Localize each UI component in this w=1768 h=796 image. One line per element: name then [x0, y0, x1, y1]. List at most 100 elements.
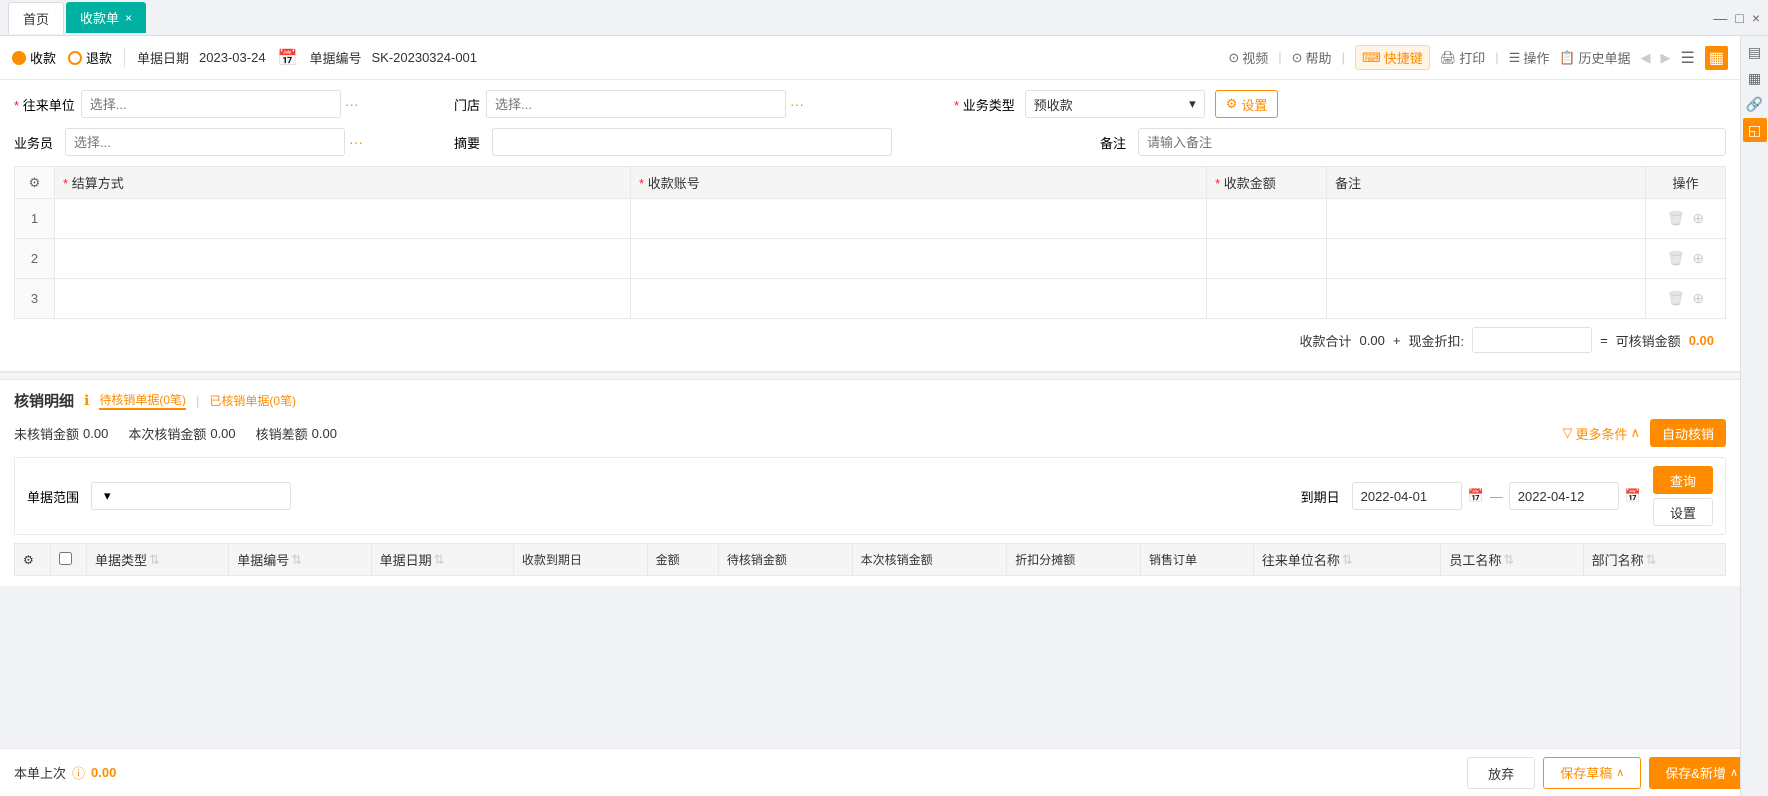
sidebar-table-icon[interactable]: ▤	[1743, 40, 1767, 64]
notes-cell-3[interactable]	[1327, 279, 1646, 319]
filter-action-btns: 查询 设置	[1653, 466, 1713, 526]
payment-cell-3[interactable]	[55, 279, 631, 319]
delete-row-icon-2[interactable]: 🗑	[1667, 250, 1685, 266]
store-more-btn[interactable]: ···	[790, 96, 804, 112]
delete-row-icon-1[interactable]: 🗑	[1667, 210, 1685, 226]
amount-cell-1[interactable]	[1207, 199, 1327, 239]
th-checkbox[interactable]	[51, 544, 87, 576]
history-icon: 📋	[1559, 50, 1575, 66]
sidebar-expand-icon[interactable]: ◱	[1743, 118, 1767, 142]
sort-icon-6[interactable]: ⇅	[1646, 552, 1657, 568]
video-btn[interactable]: ⊙ 视频	[1228, 48, 1268, 67]
calendar-to-icon[interactable]: 📅	[1625, 488, 1641, 504]
history-btn[interactable]: 📋 历史单据	[1559, 48, 1630, 67]
store-input[interactable]	[486, 90, 786, 118]
sidebar-link-icon[interactable]: 🔗	[1743, 92, 1767, 116]
radio-refund[interactable]: 退款	[68, 48, 112, 67]
footer-info: 本单上次 ⓘ 0.00	[14, 763, 116, 782]
amount-cell-3[interactable]	[1207, 279, 1327, 319]
tab-close-btn[interactable]: ×	[125, 11, 132, 25]
th-counterpart-name: 往来单位名称 ⇅	[1253, 544, 1440, 576]
th-gear[interactable]: ⚙	[15, 167, 55, 199]
receipt-type-group: 收款 退款	[12, 48, 112, 67]
window-close-btn[interactable]: ×	[1752, 10, 1760, 26]
sort-icon-1[interactable]: ⇅	[149, 552, 160, 568]
date-from-input[interactable]	[1352, 482, 1462, 510]
diff-label: 核销差额	[256, 424, 308, 443]
done-tab[interactable]: 已核销单据(0笔)	[209, 392, 296, 409]
summary-input[interactable]	[492, 128, 892, 156]
sort-icon-4[interactable]: ⇅	[1342, 552, 1353, 568]
help-btn[interactable]: ⊙ 帮助	[1292, 48, 1332, 67]
chevron-down-icon2: ▾	[104, 488, 111, 504]
account-cell-2[interactable]	[631, 239, 1207, 279]
draft-chevron-icon: ∧	[1616, 766, 1624, 779]
th-account: * 收款账号	[631, 167, 1207, 199]
main-scroll-area: 收款 退款 单据日期 2023-03-24 📅 单据编号 SK-20230324…	[0, 36, 1768, 784]
date-to-input[interactable]	[1509, 482, 1619, 510]
query-btn[interactable]: 查询	[1653, 466, 1713, 494]
auto-cancel-btn[interactable]: 自动核销	[1650, 419, 1726, 447]
account-cell-3[interactable]	[631, 279, 1207, 319]
tab-home[interactable]: 首页	[8, 2, 64, 34]
th-dept-name: 部门名称 ⇅	[1583, 544, 1725, 576]
toolbar-right: ⊙ 视频 | ⊙ 帮助 | ⌨ 快捷键 🖨 打印 | ☰ 操作 📋 历史单据 ◀…	[1228, 45, 1728, 70]
form-area: * 往来单位 ··· 门店 ··· * 业务类型 预收款 ▾ ⚙ 设置	[0, 80, 1740, 372]
grid-view-btn[interactable]: ▦	[1705, 46, 1728, 70]
pending-tab[interactable]: 待核销单据(0笔)	[99, 391, 186, 410]
minimize-btn[interactable]: —	[1713, 10, 1727, 26]
counterpart-input[interactable]	[81, 90, 341, 118]
verify-section: 核销明细 ℹ 待核销单据(0笔) | 已核销单据(0笔) 未核销金额 0.00 …	[0, 380, 1740, 586]
calendar-from-icon[interactable]: 📅	[1468, 488, 1484, 504]
copy-row-icon-3[interactable]: ⊕	[1692, 290, 1704, 306]
maximize-btn[interactable]: □	[1735, 10, 1743, 26]
copy-row-icon-1[interactable]: ⊕	[1692, 210, 1704, 226]
radio-receive[interactable]: 收款	[12, 48, 56, 67]
copy-row-icon-2[interactable]: ⊕	[1692, 250, 1704, 266]
notes-cell-2[interactable]	[1327, 239, 1646, 279]
date-range-field: 到期日 📅 — 📅	[1301, 482, 1641, 510]
sort-icon-5[interactable]: ⇅	[1503, 552, 1514, 568]
draft-btn[interactable]: 保存草稿 ∧	[1543, 757, 1641, 789]
sort-icon-3[interactable]: ⇅	[434, 552, 445, 568]
th-ops: 操作	[1646, 167, 1726, 199]
counterpart-more-btn[interactable]: ···	[345, 96, 359, 112]
sort-icon-2[interactable]: ⇅	[291, 552, 302, 568]
operation-btn[interactable]: ☰ 操作	[1509, 48, 1550, 67]
th-amount: * 收款金额	[1207, 167, 1327, 199]
print-btn[interactable]: 🖨 打印	[1440, 48, 1486, 67]
th-gear2[interactable]: ⚙	[15, 544, 51, 576]
calendar-icon[interactable]: 📅	[278, 48, 298, 68]
business-type-select[interactable]: 预收款 ▾	[1025, 90, 1205, 118]
filter-settings-btn[interactable]: 设置	[1653, 498, 1713, 526]
radio-refund-label: 退款	[86, 48, 112, 67]
select-all-checkbox[interactable]	[59, 552, 72, 565]
abandon-btn[interactable]: 放弃	[1467, 757, 1535, 789]
delete-row-icon-3[interactable]: 🗑	[1667, 290, 1685, 306]
save-new-btn[interactable]: 保存&新增 ∧	[1649, 757, 1754, 789]
staff-input[interactable]	[65, 128, 345, 156]
amount-cell-2[interactable]	[1207, 239, 1327, 279]
notes-input[interactable]	[1138, 128, 1726, 156]
info-circle-icon: ⓘ	[72, 763, 85, 782]
summary-row: 收款合计 0.00 + 现金折扣: = 可核销金额 0.00	[14, 319, 1726, 361]
account-cell-1[interactable]	[631, 199, 1207, 239]
discount-label: 现金折扣:	[1408, 331, 1464, 350]
filter-range-select[interactable]: ▾	[91, 482, 291, 510]
shortcut-btn[interactable]: ⌨ 快捷键	[1355, 45, 1430, 70]
notes-cell-1[interactable]	[1327, 199, 1646, 239]
footer-buttons: 放弃 保存草稿 ∧ 保存&新增 ∧	[1467, 757, 1754, 789]
tab-receipt[interactable]: 收款单 ×	[66, 2, 146, 33]
discount-input[interactable]	[1472, 327, 1592, 353]
counterpart-field: * 往来单位 ···	[14, 90, 434, 118]
payment-cell-1[interactable]	[55, 199, 631, 239]
staff-more-btn[interactable]: ···	[349, 134, 363, 150]
list-view-btn[interactable]: ☰	[1681, 48, 1695, 68]
sidebar-grid-icon[interactable]: ▦	[1743, 66, 1767, 90]
business-settings-btn[interactable]: ⚙ 设置	[1215, 90, 1279, 118]
store-field: 门店 ···	[434, 90, 934, 118]
form-row-1: * 往来单位 ··· 门店 ··· * 业务类型 预收款 ▾ ⚙ 设置	[14, 90, 1726, 118]
payment-cell-2[interactable]	[55, 239, 631, 279]
more-conditions-btn[interactable]: ▽ 更多条件 ∧	[1562, 424, 1640, 443]
info-icon[interactable]: ℹ	[84, 392, 89, 409]
